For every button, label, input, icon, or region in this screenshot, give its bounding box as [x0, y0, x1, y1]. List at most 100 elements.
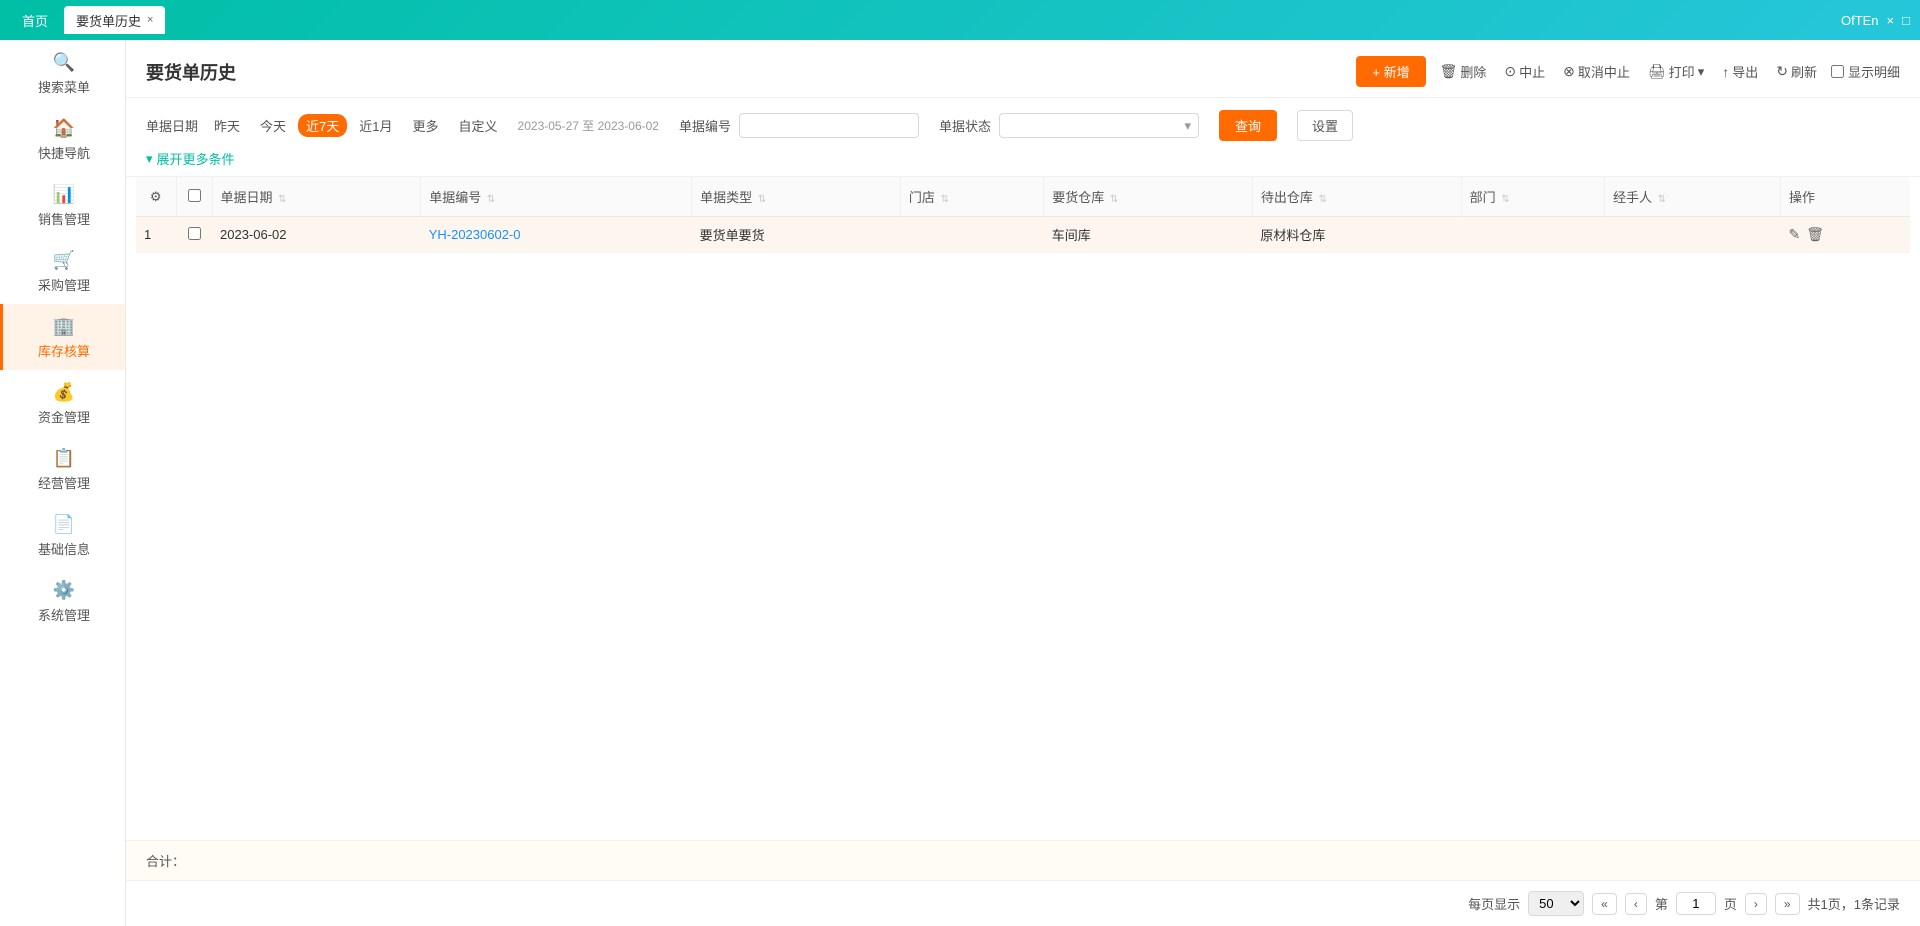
settings-button[interactable]: 设置	[1297, 110, 1353, 141]
expand-more-label: 展开更多条件	[157, 149, 235, 168]
delete-icon: 🗑	[1440, 63, 1458, 80]
row-request-warehouse: 车间库	[1044, 217, 1253, 253]
filter-row-1: 单据日期 昨天 今天 近7天 近1月 更多 自定义 2023-05-27 至 2…	[146, 110, 1900, 141]
topbar-close-btn[interactable]: ×	[1887, 13, 1895, 28]
expand-more-btn[interactable]: ▾ 展开更多条件	[146, 149, 1900, 168]
system-icon: ⚙️	[53, 580, 75, 601]
col-date[interactable]: 单据日期 ⇅	[212, 177, 421, 217]
date-shortcut-tags: 昨天 今天 近7天 近1月 更多 自定义	[206, 114, 506, 137]
date-tag-more[interactable]: 更多	[405, 114, 447, 137]
page-label: 第	[1655, 894, 1668, 913]
print-button[interactable]: 🖨 打印 ▾	[1644, 62, 1708, 81]
sidebar-item-finance[interactable]: 💰 资金管理	[0, 370, 125, 436]
filter-area: 单据日期 昨天 今天 近7天 近1月 更多 自定义 2023-05-27 至 2…	[126, 98, 1920, 177]
tab-home[interactable]: 首页	[10, 6, 60, 34]
finance-icon: 💰	[53, 382, 75, 403]
sidebar-item-label-quicknav: 快捷导航	[38, 143, 90, 162]
sidebar-item-operations[interactable]: 📋 经营管理	[0, 436, 125, 502]
display-detail-toggle[interactable]: 显示明细	[1831, 62, 1900, 81]
stop-button[interactable]: ⊙ 中止	[1500, 62, 1549, 81]
docno-sort-icon: ⇅	[487, 194, 495, 205]
footer-summary: 合计：	[126, 840, 1920, 880]
cancel-stop-button[interactable]: ⊗ 取消中止	[1559, 62, 1634, 81]
export-icon: ↑	[1722, 64, 1729, 80]
row-delete-icon[interactable]: 🗑	[1806, 226, 1824, 243]
table-container: ⚙ 单据日期 ⇅ 单据编号 ⇅ 单据类型	[126, 177, 1920, 840]
sidebar-item-basic-info[interactable]: 📄 基础信息	[0, 502, 125, 568]
date-tag-yesterday[interactable]: 昨天	[206, 114, 248, 137]
doc-status-select[interactable]	[999, 113, 1199, 138]
page-title: 要货单历史	[146, 59, 236, 85]
stop-icon: ⊙	[1504, 63, 1516, 80]
row-doc-link[interactable]: YH-20230602-0	[429, 227, 521, 242]
doc-status-label: 单据状态	[939, 116, 991, 135]
col-doc-type[interactable]: 单据类型 ⇅	[692, 177, 901, 217]
pendwh-sort-icon: ⇅	[1319, 194, 1327, 205]
next-page-btn[interactable]: ›	[1745, 893, 1767, 915]
row-checkbox-cell	[176, 217, 212, 253]
display-detail-checkbox[interactable]	[1831, 65, 1844, 78]
page-header: 要货单历史 + 新增 🗑 删除 ⊙ 中止 ⊗ 取消中止 🖨 打印	[126, 40, 1920, 98]
dept-sort-icon: ⇅	[1501, 194, 1509, 205]
sidebar-item-label-purchase: 采购管理	[38, 275, 90, 294]
operations-icon: 📋	[53, 448, 75, 469]
handler-sort-icon: ⇅	[1658, 194, 1666, 205]
inventory-icon: 🏢	[53, 316, 75, 337]
col-handler[interactable]: 经手人 ⇅	[1604, 177, 1780, 217]
date-tag-1month[interactable]: 近1月	[351, 114, 400, 137]
row-handler	[1604, 217, 1780, 253]
sidebar-item-sales[interactable]: 📊 销售管理	[0, 172, 125, 238]
sidebar-item-label-inventory: 库存核算	[38, 341, 90, 360]
col-department[interactable]: 部门 ⇅	[1461, 177, 1604, 217]
col-settings[interactable]: ⚙	[136, 177, 176, 217]
main-layout: 🔍 搜索菜单 🏠 快捷导航 📊 销售管理 🛒 采购管理 🏢 库存核算 💰 资金管…	[0, 40, 1920, 926]
total-info: 共1页，1条记录	[1808, 894, 1900, 913]
col-doc-no[interactable]: 单据编号 ⇅	[421, 177, 692, 217]
sidebar-item-inventory[interactable]: 🏢 库存核算	[0, 304, 125, 370]
row-date: 2023-06-02	[212, 217, 421, 253]
sidebar-item-purchase[interactable]: 🛒 采购管理	[0, 238, 125, 304]
topbar-brand: OfTEn	[1841, 13, 1879, 28]
sidebar-item-system[interactable]: ⚙️ 系统管理	[0, 568, 125, 634]
table-body: 1 2023-06-02 YH-20230602-0 要货单要货 车间库 原材料…	[136, 217, 1910, 253]
basic-info-icon: 📄	[53, 514, 75, 535]
row-doc-type: 要货单要货	[692, 217, 901, 253]
cancel-stop-icon: ⊗	[1563, 63, 1575, 80]
date-tag-7days[interactable]: 近7天	[298, 114, 347, 137]
sidebar-item-quick-nav[interactable]: 🏠 快捷导航	[0, 106, 125, 172]
refresh-icon: ↻	[1776, 63, 1788, 80]
doc-number-filter: 单据编号	[679, 113, 919, 138]
prev-page-btn[interactable]: ‹	[1625, 893, 1647, 915]
doc-number-input[interactable]	[739, 113, 919, 138]
col-store[interactable]: 门店 ⇅	[900, 177, 1043, 217]
delete-button[interactable]: 🗑 删除	[1436, 62, 1491, 81]
per-page-select[interactable]: 50 10 20 100	[1528, 891, 1584, 916]
tab-active-label: 要货单历史	[76, 11, 141, 30]
topbar-right: OfTEn × □	[1841, 13, 1910, 28]
col-pending-warehouse[interactable]: 待出仓库 ⇅	[1252, 177, 1461, 217]
tab-close-icon[interactable]: ×	[147, 14, 153, 26]
query-button[interactable]: 查询	[1219, 110, 1277, 141]
first-page-btn[interactable]: «	[1592, 893, 1617, 915]
tab-active[interactable]: 要货单历史 ×	[64, 6, 165, 34]
per-page-label: 每页显示	[1468, 894, 1520, 913]
export-button[interactable]: ↑ 导出	[1718, 62, 1762, 81]
sidebar-item-search-menu[interactable]: 🔍 搜索菜单	[0, 40, 125, 106]
quick-nav-icon: 🏠	[53, 118, 75, 139]
topbar-maximize-btn[interactable]: □	[1902, 13, 1910, 28]
date-range-display: 2023-05-27 至 2023-06-02	[518, 117, 659, 134]
refresh-button[interactable]: ↻ 刷新	[1772, 62, 1821, 81]
row-edit-icon[interactable]: ✎	[1788, 226, 1800, 243]
page-input[interactable]	[1676, 892, 1716, 915]
new-button[interactable]: + 新增	[1356, 56, 1425, 87]
print-dropdown-icon: ▾	[1698, 64, 1705, 80]
select-all-checkbox[interactable]	[188, 189, 201, 202]
row-checkbox[interactable]	[188, 227, 201, 240]
col-request-warehouse[interactable]: 要货仓库 ⇅	[1044, 177, 1253, 217]
doctype-sort-icon: ⇅	[758, 194, 766, 205]
date-tag-custom[interactable]: 自定义	[451, 114, 506, 137]
store-sort-icon: ⇅	[941, 194, 949, 205]
last-page-btn[interactable]: »	[1775, 893, 1800, 915]
date-tag-today[interactable]: 今天	[252, 114, 294, 137]
tab-home-label: 首页	[22, 11, 48, 30]
